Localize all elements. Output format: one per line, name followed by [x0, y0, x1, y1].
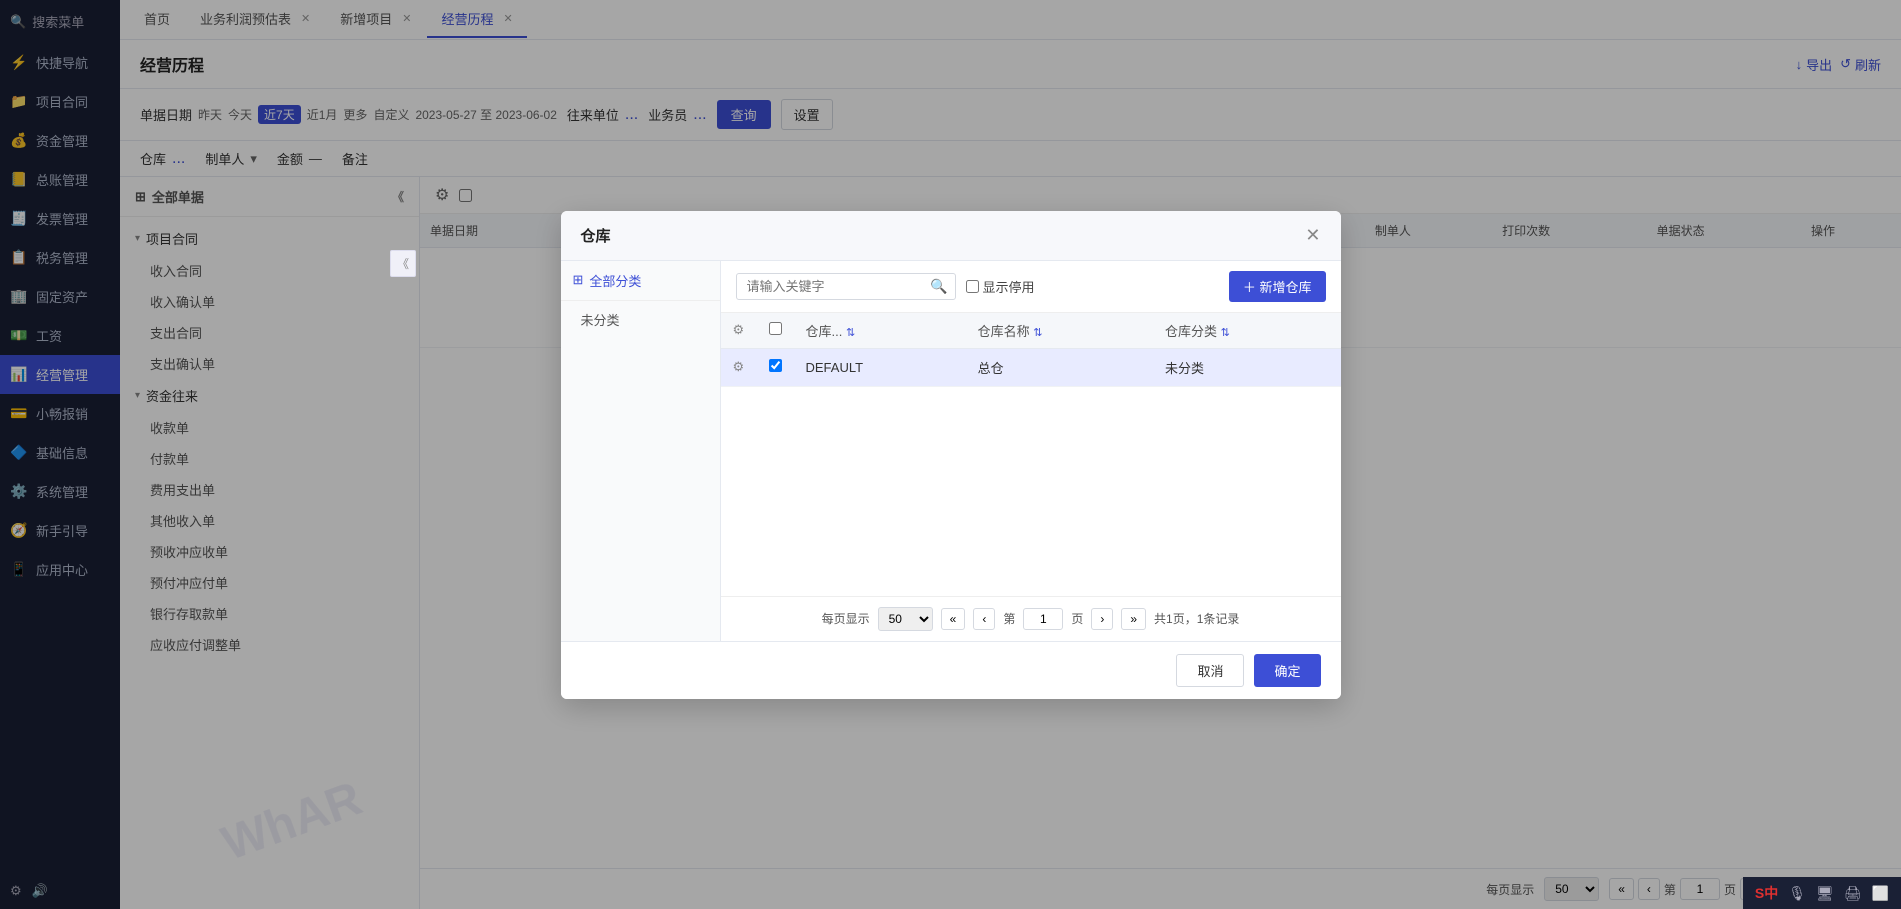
warehouse-modal: 仓库 ✕ ⊞ 全部分类 《 未分类: [561, 211, 1341, 699]
modal-page-label: 第: [1003, 610, 1015, 627]
modal-close-button[interactable]: ✕: [1305, 226, 1320, 244]
modal-footer: 取消 确定: [561, 641, 1341, 699]
modal-left-all-label: 全部分类: [589, 271, 641, 290]
taskbar-window-icon[interactable]: ⬜: [1872, 885, 1889, 902]
modal-cancel-button[interactable]: 取消: [1176, 654, 1244, 687]
modal-pagination: 每页显示 50 100 « ‹ 第 页 › » 共1页，1条记录: [721, 596, 1341, 641]
modal-th-name[interactable]: 仓库名称 ⇅: [966, 313, 1153, 349]
modal-left-panel: ⊞ 全部分类 《 未分类: [561, 261, 721, 641]
modal-category-label: 未分类: [581, 313, 620, 328]
modal-page-last-btn[interactable]: »: [1121, 608, 1146, 630]
taskbar-mic-icon[interactable]: 🎙: [1788, 885, 1806, 902]
modal-confirm-button[interactable]: 确定: [1254, 654, 1320, 687]
modal-row-name: 总仓: [966, 348, 1153, 386]
modal-page-input[interactable]: [1023, 608, 1063, 630]
modal-right-panel: 🔍 显示停用 ＋ 新增仓库: [721, 261, 1341, 641]
modal-table-header-row: ⚙ 仓库... ⇅ 仓库名称: [721, 313, 1341, 349]
add-warehouse-label: ＋ 新增仓库: [1243, 277, 1312, 296]
modal-title: 仓库: [581, 225, 611, 246]
modal-row-category: 未分类: [1153, 348, 1340, 386]
taskbar-print-icon[interactable]: 🖨: [1844, 885, 1862, 902]
taskbar-brand: S中: [1755, 883, 1778, 903]
modal-category-list: 未分类: [561, 301, 720, 641]
modal-th-checkbox: [757, 313, 794, 349]
modal-page-prev-btn[interactable]: ‹: [973, 608, 995, 630]
modal-row-settings: ⚙: [721, 348, 757, 386]
col-sort-name: ⇅: [1033, 327, 1042, 339]
col-sort-category: ⇅: [1221, 327, 1230, 339]
modal-left-all-category[interactable]: ⊞ 全部分类: [561, 261, 720, 301]
modal-table-row[interactable]: ⚙ DEFAULT 总仓 未分类: [721, 348, 1341, 386]
modal-header: 仓库 ✕: [561, 211, 1341, 261]
modal-table-wrap: ⚙ 仓库... ⇅ 仓库名称: [721, 313, 1341, 596]
modal-body: ⊞ 全部分类 《 未分类 🔍: [561, 261, 1341, 641]
modal-row-code: DEFAULT: [794, 348, 966, 386]
show-disabled-text: 显示停用: [983, 277, 1035, 296]
taskbar-screen-icon[interactable]: 🖥: [1816, 885, 1834, 902]
add-warehouse-button[interactable]: ＋ 新增仓库: [1229, 271, 1326, 302]
modal-per-page-label: 每页显示: [822, 610, 870, 627]
modal-settings-icon[interactable]: ⚙: [733, 322, 745, 337]
modal-select-all-checkbox[interactable]: [769, 322, 782, 335]
modal-category-unclassified[interactable]: 未分类: [561, 301, 720, 338]
modal-row-settings-icon[interactable]: ⚙: [733, 359, 745, 374]
modal-th-category-label: 仓库分类: [1165, 324, 1217, 339]
modal-th-settings: ⚙: [721, 313, 757, 349]
modal-overlay[interactable]: 仓库 ✕ ⊞ 全部分类 《 未分类: [0, 0, 1901, 909]
modal-grid-icon: ⊞: [573, 272, 584, 288]
modal-th-code[interactable]: 仓库... ⇅: [794, 313, 966, 349]
taskbar: S中 🎙 🖥 🖨 ⬜: [1743, 877, 1901, 909]
modal-toolbar: 🔍 显示停用 ＋ 新增仓库: [721, 261, 1341, 313]
modal-search-wrap: 🔍: [736, 273, 956, 300]
modal-total-label: 共1页，1条记录: [1154, 610, 1239, 627]
modal-row-select-checkbox[interactable]: [769, 359, 782, 372]
modal-search-input[interactable]: [736, 273, 956, 300]
show-disabled-checkbox[interactable]: [966, 280, 979, 293]
modal-page-suffix: 页: [1071, 610, 1083, 627]
modal-th-code-label: 仓库...: [806, 324, 843, 339]
modal-row-checkbox: [757, 348, 794, 386]
modal-table: ⚙ 仓库... ⇅ 仓库名称: [721, 313, 1341, 387]
modal-page-next-btn[interactable]: ›: [1091, 608, 1113, 630]
modal-th-category[interactable]: 仓库分类 ⇅: [1153, 313, 1340, 349]
show-disabled-label[interactable]: 显示停用: [966, 277, 1035, 296]
modal-per-page-select[interactable]: 50 100: [878, 607, 933, 631]
col-sort-code: ⇅: [846, 327, 855, 339]
modal-page-first-btn[interactable]: «: [941, 608, 966, 630]
modal-th-name-label: 仓库名称: [978, 324, 1030, 339]
